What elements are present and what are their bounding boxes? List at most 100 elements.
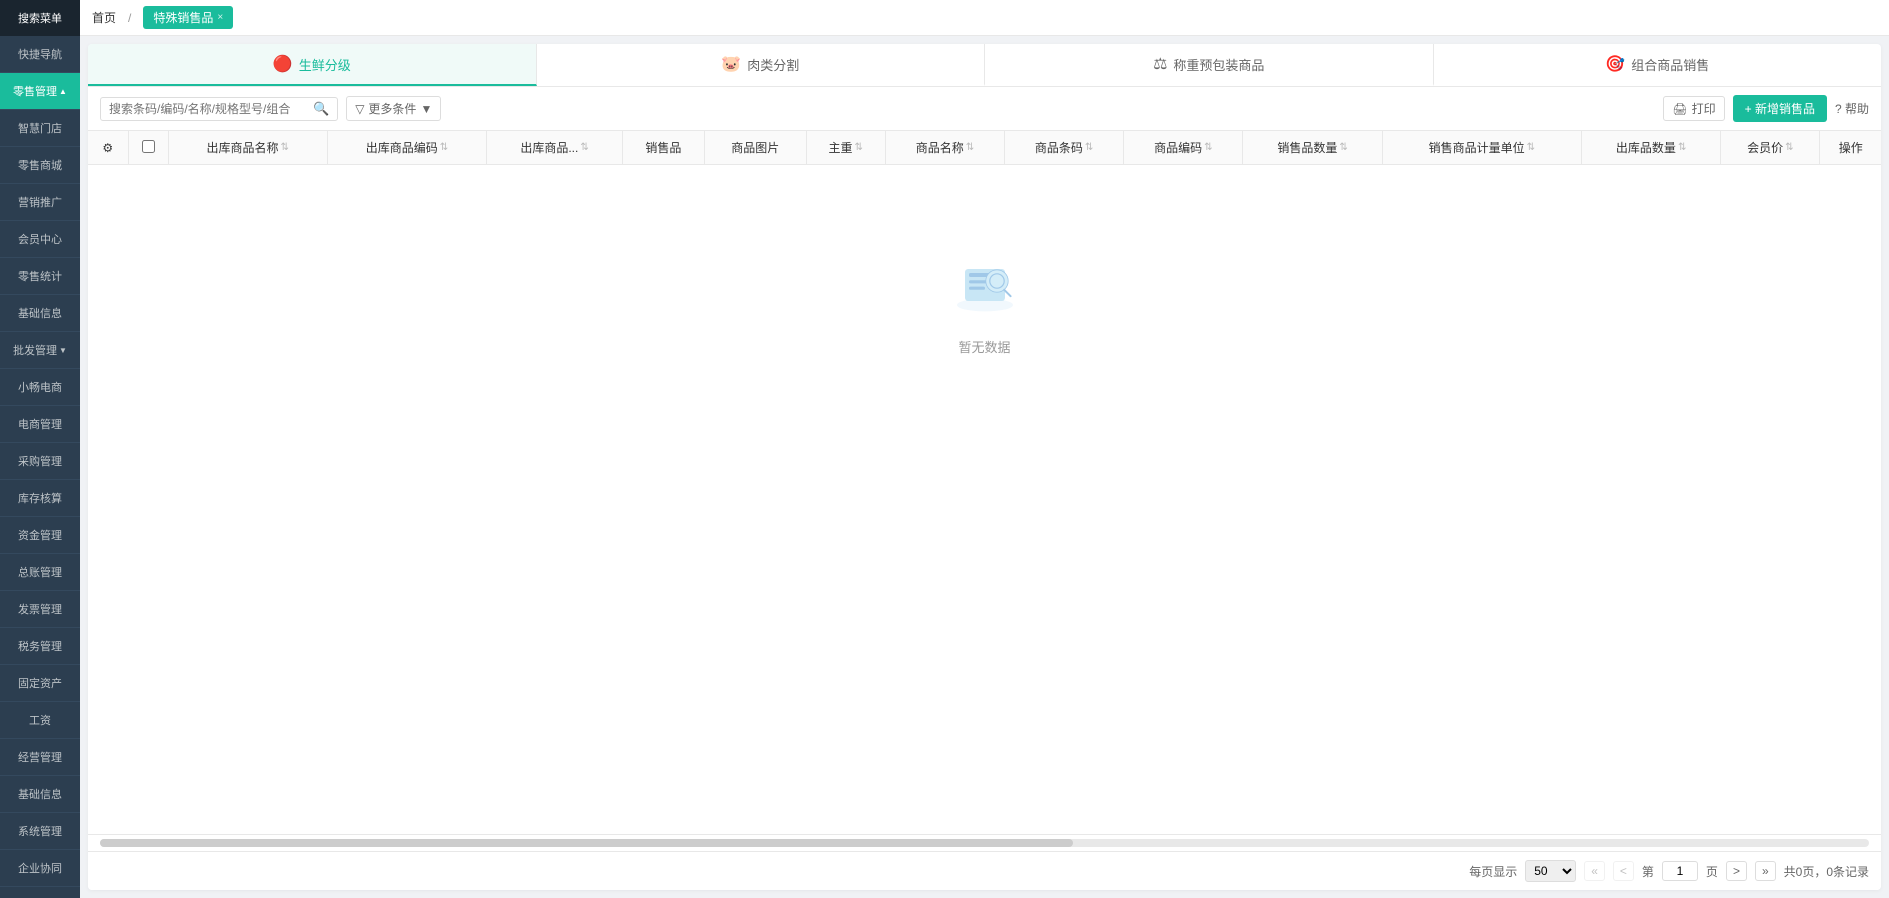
last-icon: » <box>1762 864 1769 878</box>
sidebar-item-purchase-mgmt[interactable]: 采购管理 <box>0 443 80 480</box>
chevron-down-icon: ▲ <box>59 87 67 96</box>
sort-icon[interactable]: ⇅ <box>966 142 974 153</box>
sidebar-item-label: 基础信息 <box>18 789 62 801</box>
sidebar-item-hr[interactable]: 工资 <box>0 702 80 739</box>
col-label: 销售品数量 <box>1277 139 1337 156</box>
sidebar-item-retail-stats[interactable]: 零售统计 <box>0 258 80 295</box>
sidebar-item-general-ledger[interactable]: 总账管理 <box>0 554 80 591</box>
sidebar-item-invoice-mgmt[interactable]: 发票管理 <box>0 591 80 628</box>
help-button[interactable]: ? 帮助 <box>1835 100 1869 117</box>
th-checkbox[interactable] <box>128 131 168 165</box>
sort-icon[interactable]: ⇅ <box>280 142 288 153</box>
sort-icon[interactable]: ⇅ <box>1339 142 1347 153</box>
col-label: 商品图片 <box>731 139 779 156</box>
sort-icon[interactable]: ⇅ <box>1527 142 1535 153</box>
filter-button[interactable]: ▽ 更多条件 ▼ <box>346 96 441 121</box>
breadcrumb-separator: / <box>128 11 131 25</box>
table-container: ⚙ 出库商品名称 ⇅ <box>88 131 1881 834</box>
sidebar-item-quick-nav[interactable]: 快捷导航 <box>0 36 80 73</box>
col-label: 商品名称 <box>916 139 964 156</box>
sidebar-item-member-center[interactable]: 会员中心 <box>0 221 80 258</box>
next-icon: > <box>1733 864 1740 878</box>
sort-icon[interactable]: ⇅ <box>1678 142 1686 153</box>
th-out-goods-code: 出库商品编码 ⇅ <box>327 131 486 165</box>
last-page-button[interactable]: » <box>1755 861 1776 881</box>
next-page-button[interactable]: > <box>1726 861 1747 881</box>
sidebar: 搜索菜单 快捷导航 零售管理 ▲ 智慧门店 零售商城 营销推广 会员中心 零售统… <box>0 0 80 898</box>
sidebar-item-fixed-assets[interactable]: 固定资产 <box>0 665 80 702</box>
sidebar-item-retail-mall[interactable]: 零售商城 <box>0 147 80 184</box>
sidebar-item-basic-info[interactable]: 基础信息 <box>0 295 80 332</box>
prev-icon: < <box>1620 864 1627 878</box>
topbar: 首页 / 特殊销售品 × <box>80 0 1889 36</box>
active-tab-button[interactable]: 特殊销售品 × <box>143 6 233 29</box>
sidebar-item-basic-info2[interactable]: 基础信息 <box>0 776 80 813</box>
sidebar-item-ecom-mgmt[interactable]: 电商管理 <box>0 406 80 443</box>
search-box[interactable]: 🔍 <box>100 97 338 121</box>
select-all-checkbox[interactable] <box>142 140 155 153</box>
th-out-goods-spec: 出库商品... ⇅ <box>487 131 623 165</box>
sidebar-item-retail-mgmt[interactable]: 零售管理 ▲ <box>0 73 80 110</box>
sidebar-item-label: 工资 <box>29 715 51 727</box>
sidebar-item-tax-mgmt[interactable]: 税务管理 <box>0 628 80 665</box>
print-button[interactable]: 🖨 打印 <box>1663 96 1724 121</box>
sort-icon[interactable]: ⇅ <box>580 142 588 153</box>
tab-fresh-grade[interactable]: 🔴 生鲜分级 <box>88 44 537 86</box>
scroll-thumb[interactable] <box>100 839 1073 847</box>
th-sales-goods: 销售品 <box>622 131 704 165</box>
content-area: 🔴 生鲜分级 🐷 肉类分割 ⚖ 称重预包装商品 🎯 组合商品销售 <box>80 36 1889 898</box>
sort-icon[interactable]: ⇅ <box>440 142 448 153</box>
add-sales-button[interactable]: + 新增销售品 <box>1733 95 1827 122</box>
prev-page-button[interactable]: < <box>1613 861 1634 881</box>
tab-label: 组合商品销售 <box>1631 55 1709 74</box>
tab-combo-sales[interactable]: 🎯 组合商品销售 <box>1434 44 1882 86</box>
filter-label: 更多条件 <box>368 100 416 117</box>
sidebar-item-label: 经营管理 <box>18 752 62 764</box>
close-icon[interactable]: × <box>217 12 223 23</box>
sidebar-item-sys-mgmt[interactable]: 系统管理 <box>0 813 80 850</box>
sidebar-item-batch-mgmt[interactable]: 批发管理 ▼ <box>0 332 80 369</box>
sidebar-search[interactable]: 搜索菜单 <box>0 0 80 36</box>
sidebar-item-corp-agreement[interactable]: 企业协同 <box>0 850 80 887</box>
tab-meat-cut[interactable]: 🐷 肉类分割 <box>537 44 986 86</box>
search-input[interactable] <box>109 102 309 116</box>
search-icon[interactable]: 🔍 <box>313 101 329 117</box>
th-actions: 操作 <box>1820 131 1881 165</box>
th-setting[interactable]: ⚙ <box>88 131 128 165</box>
sidebar-item-ops-mgmt[interactable]: 经营管理 <box>0 739 80 776</box>
sidebar-item-label: 系统管理 <box>18 826 62 838</box>
sidebar-item-label: 库存核算 <box>18 493 62 505</box>
sort-icon[interactable]: ⇅ <box>1785 142 1793 153</box>
sidebar-item-label: 智慧门店 <box>18 123 62 135</box>
sidebar-search-label: 搜索菜单 <box>18 13 62 25</box>
col-label: 主重 <box>829 139 853 156</box>
sidebar-item-label: 会员中心 <box>18 234 62 246</box>
sidebar-item-new-guide[interactable]: 新手引导 <box>0 887 80 898</box>
th-goods-name: 商品名称 ⇅ <box>885 131 1004 165</box>
toolbar: 🔍 ▽ 更多条件 ▼ 🖨 打印 + 新增销售品 <box>88 87 1881 131</box>
first-page-button[interactable]: « <box>1584 861 1605 881</box>
col-label: 销售商品计量单位 <box>1429 139 1525 156</box>
horizontal-scrollbar[interactable] <box>88 834 1881 851</box>
sort-icon[interactable]: ⇅ <box>1085 142 1093 153</box>
breadcrumb-home[interactable]: 首页 <box>92 9 116 26</box>
sort-icon[interactable]: ⇅ <box>1204 142 1212 153</box>
sidebar-item-label: 零售商城 <box>18 160 62 172</box>
per-page-select[interactable]: 50 10 20 100 <box>1525 860 1576 882</box>
main-content: 首页 / 特殊销售品 × 🔴 生鲜分级 🐷 肉类分割 ⚖ 称重预包装商品 <box>80 0 1889 898</box>
sidebar-item-label: 零售统计 <box>18 271 62 283</box>
sidebar-item-sales-promo[interactable]: 营销推广 <box>0 184 80 221</box>
col-label: 出库商品编码 <box>366 139 438 156</box>
sort-icon[interactable]: ⇅ <box>855 142 863 153</box>
sidebar-item-smart-store[interactable]: 智慧门店 <box>0 110 80 147</box>
empty-state: 暂无数据 <box>88 165 1881 436</box>
tab-weight-pack[interactable]: ⚖ 称重预包装商品 <box>985 44 1434 86</box>
col-label: 出库品数量 <box>1616 139 1676 156</box>
sidebar-item-mini-ecom[interactable]: 小畅电商 <box>0 369 80 406</box>
col-label: 出库商品... <box>520 139 578 156</box>
sidebar-item-finance[interactable]: 资金管理 <box>0 517 80 554</box>
sidebar-item-label: 总账管理 <box>18 567 62 579</box>
th-sales-unit: 销售商品计量单位 ⇅ <box>1382 131 1581 165</box>
page-number-input[interactable] <box>1662 861 1698 881</box>
sidebar-item-inventory[interactable]: 库存核算 <box>0 480 80 517</box>
